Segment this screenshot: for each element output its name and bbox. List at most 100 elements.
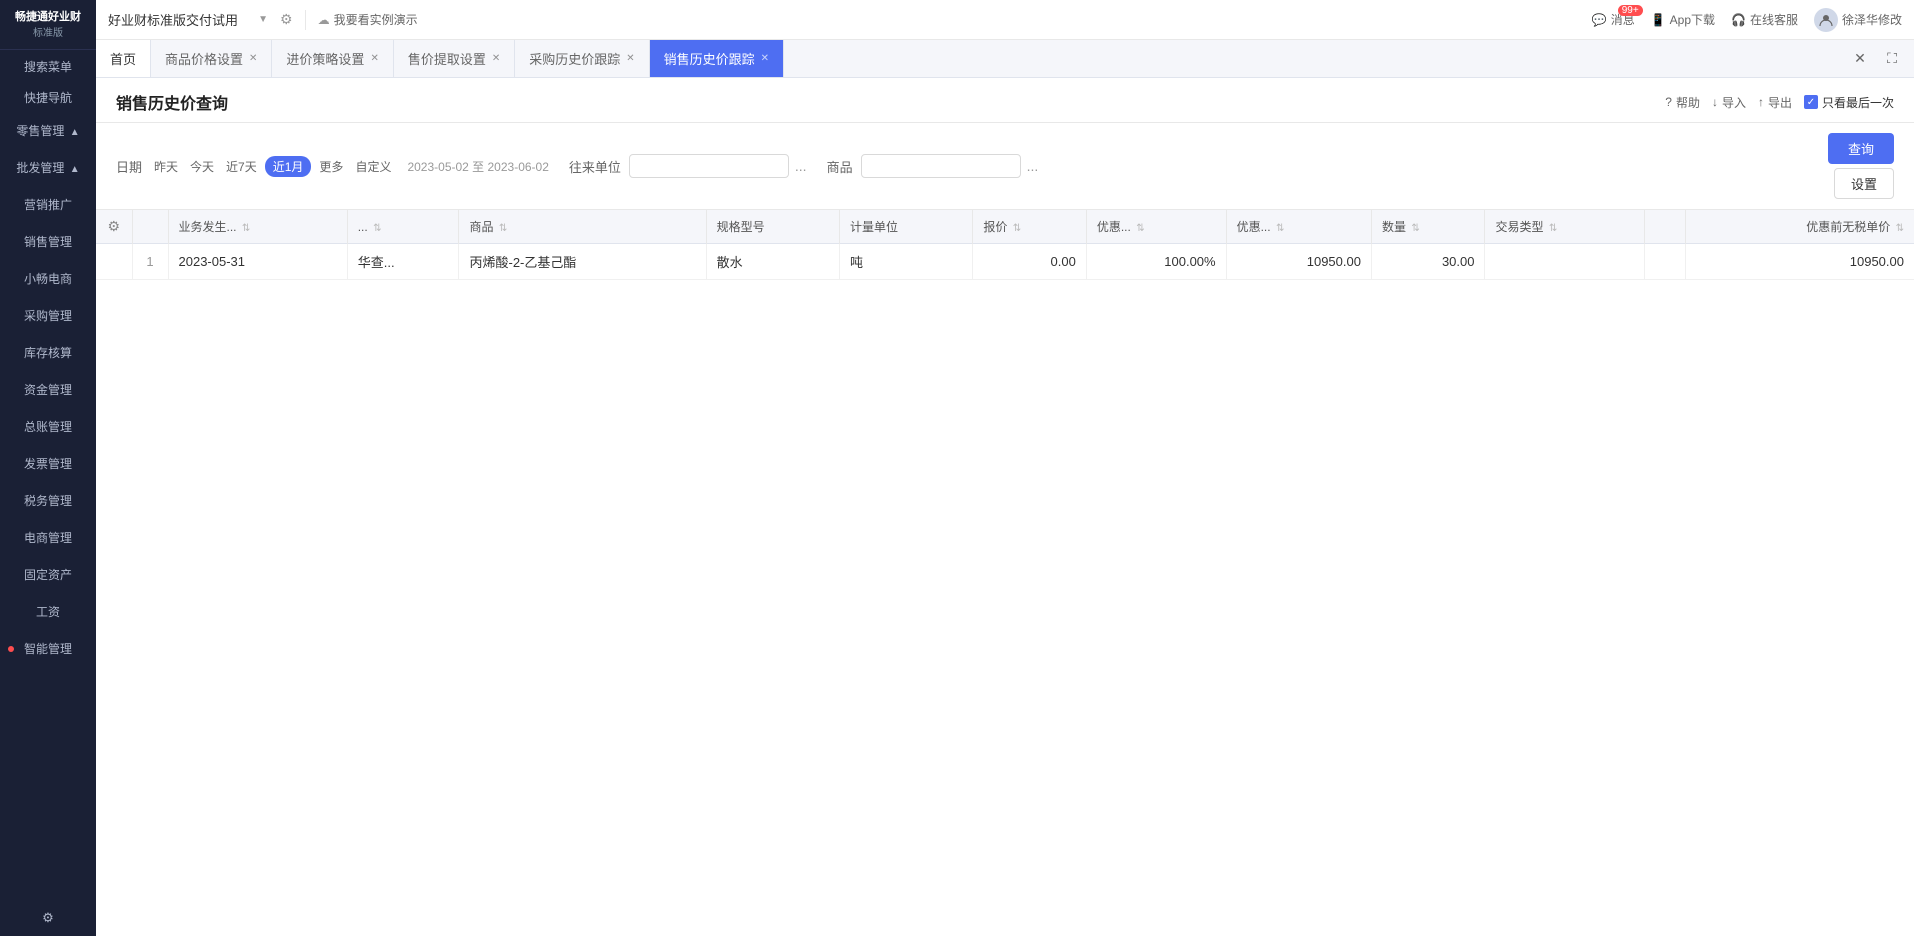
page-header-actions: ? 帮助 ↓ 导入 ↑ 导出 ✓ 只看最后一次	[1665, 94, 1894, 111]
date-range-display: 2023-05-02 至 2023-06-02	[407, 158, 548, 175]
sidebar-quick-nav[interactable]: 快捷导航	[0, 83, 96, 112]
tab-purchase-history[interactable]: 采购历史价跟踪 ✕	[515, 40, 649, 78]
topbar-demo-link[interactable]: ☁ 我要看实例演示	[318, 11, 418, 28]
sidebar-item-inventory[interactable]: 库存核算	[0, 334, 96, 371]
th-unit[interactable]: 计量单位	[839, 210, 972, 244]
main-content: 好业财标准版交付试用 ▼ ⚙ ☁ 我要看实例演示 💬 消息 99+ 📱 App下…	[96, 0, 1914, 936]
th-qty-label: 数量	[1382, 220, 1406, 234]
sidebar-item-label: 固定资产	[24, 568, 72, 582]
sort-icon: ⇅	[373, 223, 381, 234]
sidebar-item-wholesale[interactable]: 批发管理 ▲	[0, 149, 96, 186]
topbar-message-btn[interactable]: 💬 消息 99+	[1592, 11, 1635, 28]
filter-right-actions: 查询 设置	[1828, 133, 1894, 199]
sidebar-item-ledger[interactable]: 总账管理	[0, 408, 96, 445]
sidebar-item-ecommerce[interactable]: 电商管理	[0, 519, 96, 556]
tab-price-extract[interactable]: 售价提取设置 ✕	[394, 40, 515, 78]
sidebar-settings-icon[interactable]: ⚙	[0, 900, 96, 936]
td-gear	[96, 244, 132, 280]
date-opt-today[interactable]: 今天	[186, 156, 218, 177]
th-more[interactable]: ... ⇅	[347, 210, 459, 244]
th-product[interactable]: 商品 ⇅	[459, 210, 706, 244]
th-discount2[interactable]: 优惠... ⇅	[1226, 210, 1371, 244]
only-last-checkbox[interactable]: ✓ 只看最后一次	[1804, 94, 1894, 111]
import-btn[interactable]: ↓ 导入	[1712, 94, 1746, 111]
th-discount2-label: 优惠...	[1237, 220, 1271, 234]
tab-bar: 首页 商品价格设置 ✕ 进价策略设置 ✕ 售价提取设置 ✕ 采购历史价跟踪 ✕ …	[96, 40, 1914, 78]
tab-close-icon[interactable]: ✕	[249, 53, 257, 64]
tab-close-icon[interactable]: ✕	[761, 53, 769, 64]
filter-product-input[interactable]	[861, 154, 1021, 178]
tab-close-icon[interactable]: ✕	[626, 53, 634, 64]
tab-close-all-btn[interactable]: ✕	[1846, 45, 1874, 73]
filter-date-label: 日期	[116, 157, 142, 176]
sort-icon: ⇅	[1411, 223, 1419, 234]
sidebar-item-arrow: ▲	[70, 164, 80, 175]
date-opt-custom[interactable]: 自定义	[351, 156, 395, 177]
filter-customer-input-group: ...	[629, 154, 807, 178]
data-table-container: ⚙ 业务发生... ⇅ ... ⇅ 商品 ⇅	[96, 210, 1914, 936]
topbar-service-btn[interactable]: 🎧 在线客服	[1731, 11, 1798, 28]
topbar-app-btn[interactable]: 📱 App下载	[1651, 11, 1715, 28]
tab-close-icon[interactable]: ✕	[370, 53, 378, 64]
date-opt-last7[interactable]: 近7天	[222, 156, 261, 177]
td-spacer	[1645, 244, 1686, 280]
th-spec[interactable]: 规格型号	[706, 210, 839, 244]
tab-product-price[interactable]: 商品价格设置 ✕	[151, 40, 272, 78]
sidebar-item-invoice[interactable]: 发票管理	[0, 445, 96, 482]
sidebar-item-tax[interactable]: 税务管理	[0, 482, 96, 519]
th-product-label: 商品	[469, 220, 493, 234]
settings-button[interactable]: 设置	[1834, 168, 1894, 199]
sort-icon: ⇅	[1013, 223, 1021, 234]
product-dots-btn[interactable]: ...	[1027, 158, 1039, 174]
tab-home[interactable]: 首页	[96, 40, 151, 78]
th-more-label: ...	[358, 220, 368, 234]
tab-expand-btn[interactable]: ⛶	[1878, 45, 1906, 73]
th-pretax-price[interactable]: 优惠前无税单价 ⇅	[1685, 210, 1914, 244]
th-biz-date[interactable]: 业务发生... ⇅	[168, 210, 347, 244]
th-qty[interactable]: 数量 ⇅	[1371, 210, 1485, 244]
checkbox-icon: ✓	[1804, 95, 1818, 109]
import-icon: ↓	[1712, 95, 1718, 109]
sidebar-item-salary[interactable]: 工资	[0, 593, 96, 630]
customer-dots-btn[interactable]: ...	[795, 158, 807, 174]
th-discount1[interactable]: 优惠... ⇅	[1086, 210, 1226, 244]
sidebar-item-label: 营销推广	[24, 198, 72, 212]
sidebar-item-sales[interactable]: 销售管理	[0, 223, 96, 260]
sidebar-item-retail[interactable]: 零售管理 ▲	[0, 112, 96, 149]
td-num: 1	[132, 244, 168, 280]
filter-customer-input[interactable]	[629, 154, 789, 178]
query-button[interactable]: 查询	[1828, 133, 1894, 164]
help-btn[interactable]: ? 帮助	[1665, 94, 1700, 111]
sidebar-logo-text: 畅捷通好业财	[8, 10, 88, 24]
tab-sales-history[interactable]: 销售历史价跟踪 ✕	[650, 40, 784, 78]
tab-purchase-history-label: 采购历史价跟踪	[529, 49, 620, 68]
tab-close-icon[interactable]: ✕	[492, 53, 500, 64]
check-icon: ✓	[1807, 97, 1815, 108]
topbar-user-btn[interactable]: 徐泽华修改	[1814, 8, 1902, 32]
sidebar-item-purchase[interactable]: 采购管理	[0, 297, 96, 334]
th-gear[interactable]: ⚙	[96, 210, 132, 244]
tab-purchase-strategy[interactable]: 进价策略设置 ✕	[272, 40, 393, 78]
sidebar-item-assets[interactable]: 固定资产	[0, 556, 96, 593]
gear-icon: ⚙	[107, 218, 120, 234]
tab-purchase-strategy-label: 进价策略设置	[286, 49, 364, 68]
date-opt-yesterday[interactable]: 昨天	[150, 156, 182, 177]
topbar-right-area: 💬 消息 99+ 📱 App下载 🎧 在线客服 徐泽华修改	[1592, 8, 1902, 32]
sidebar-search[interactable]: 搜索菜单	[0, 50, 96, 83]
sidebar-item-finance[interactable]: 资金管理	[0, 371, 96, 408]
sidebar-item-smart[interactable]: 智能管理	[0, 630, 96, 667]
topbar-app-label: App下载	[1670, 11, 1715, 28]
sidebar-item-ecommerce-small[interactable]: 小畅电商	[0, 260, 96, 297]
date-opt-more[interactable]: 更多	[315, 156, 347, 177]
tab-product-price-label: 商品价格设置	[165, 49, 243, 68]
sidebar-item-marketing[interactable]: 营销推广	[0, 186, 96, 223]
page-header: 销售历史价查询 ? 帮助 ↓ 导入 ↑ 导出 ✓ 只	[96, 78, 1914, 123]
export-btn[interactable]: ↑ 导出	[1758, 94, 1792, 111]
th-trans-type[interactable]: 交易类型 ⇅	[1485, 210, 1645, 244]
topbar-gear-icon[interactable]: ⚙	[280, 11, 293, 28]
date-opt-last1month[interactable]: 近1月	[265, 156, 312, 177]
topbar-module-selector[interactable]: 好业财标准版交付试用 ▼	[108, 10, 268, 29]
filter-product-label: 商品	[827, 157, 853, 176]
sort-icon: ⇅	[1549, 223, 1557, 234]
th-price[interactable]: 报价 ⇅	[973, 210, 1087, 244]
